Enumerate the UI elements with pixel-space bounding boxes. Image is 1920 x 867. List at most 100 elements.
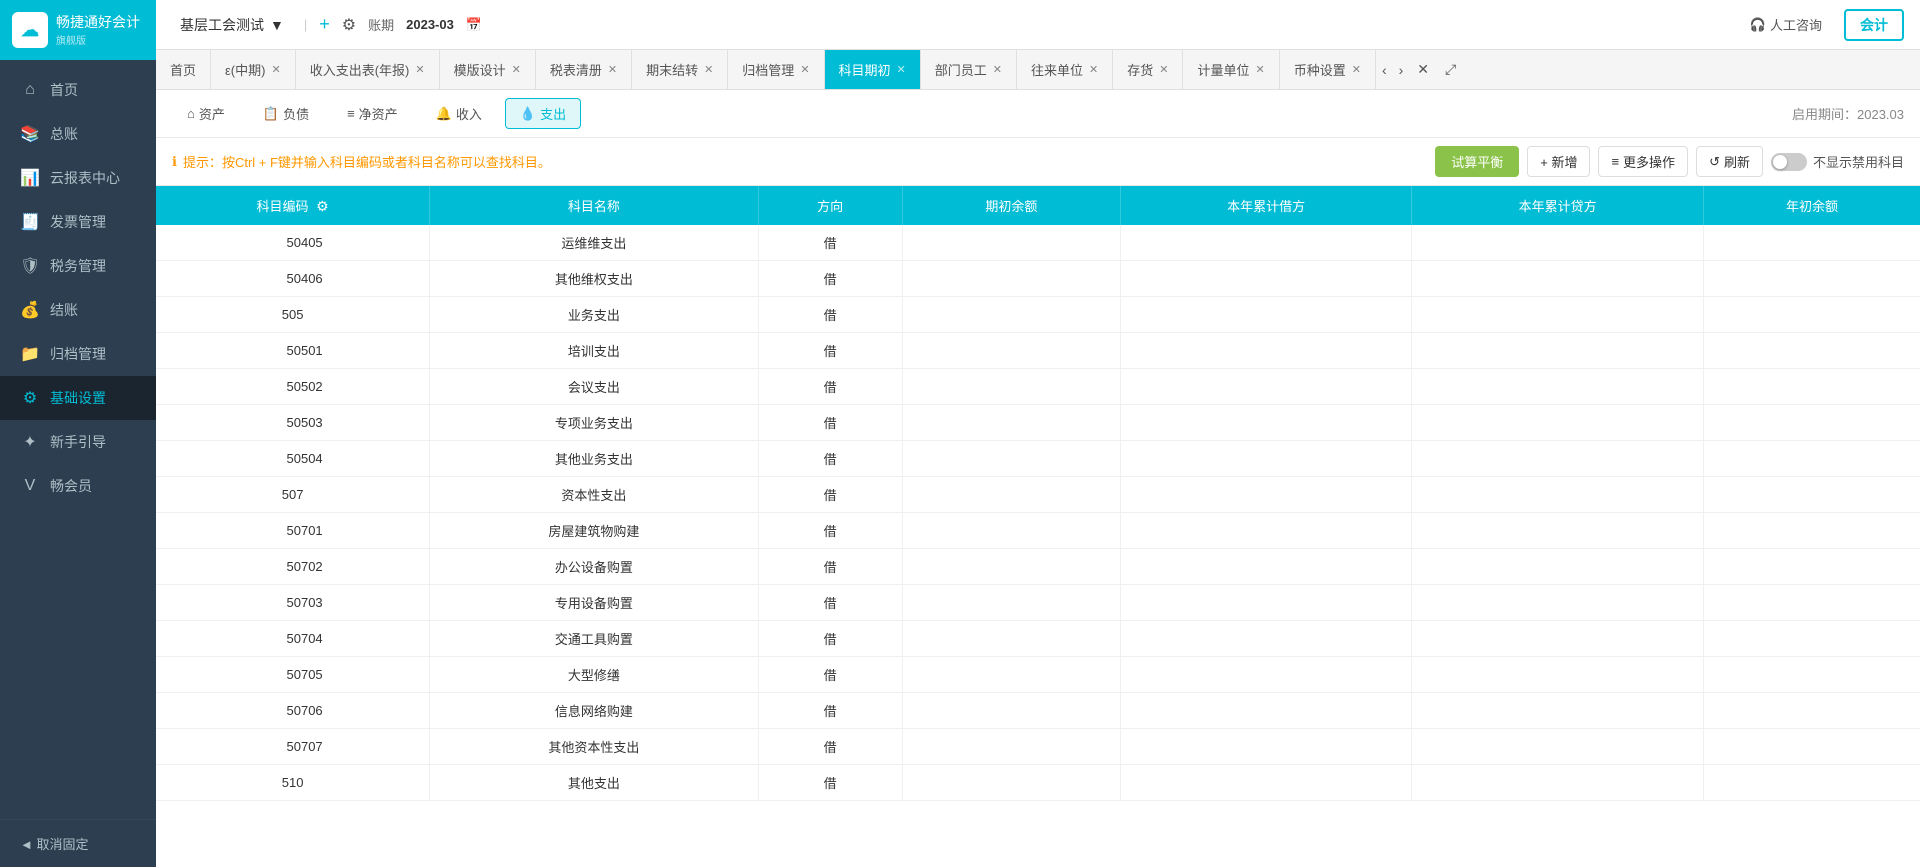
table-row[interactable]: 507 资本性支出 借 — [156, 477, 1920, 513]
calc-balance-btn[interactable]: 试算平衡 — [1435, 146, 1519, 177]
tab-subject-init-close[interactable]: ✕ — [897, 63, 906, 76]
table-row[interactable]: 50707 其他资本性支出 借 — [156, 729, 1920, 765]
add-project-btn[interactable]: + — [319, 14, 330, 35]
member-icon: V — [20, 477, 40, 495]
sidebar-item-invoice[interactable]: 🧾 发票管理 — [0, 200, 156, 244]
tabs-next-btn[interactable]: › — [1393, 50, 1410, 90]
settings-btn[interactable]: ⚙ — [342, 15, 356, 35]
col-direction: 方向 — [758, 186, 902, 225]
liability-icon: 📋 — [263, 106, 279, 122]
table-row[interactable]: 50704 交通工具购置 借 — [156, 621, 1920, 657]
cell-direction: 借 — [758, 513, 902, 549]
disable-toggle[interactable]: 不显示禁用科目 — [1771, 152, 1904, 171]
table-row[interactable]: 50501 培训支出 借 — [156, 333, 1920, 369]
more-label: 更多操作 — [1623, 152, 1675, 171]
sidebar-item-guide[interactable]: ✦ 新手引导 — [0, 420, 156, 464]
cell-ytd-credit — [1412, 657, 1704, 693]
switch-track[interactable] — [1771, 153, 1807, 171]
tab-partner[interactable]: 往来单位 ✕ — [1017, 50, 1113, 90]
sub-tab-liability-label: 负债 — [283, 104, 309, 123]
col-settings-icon[interactable]: ⚙ — [316, 198, 329, 214]
sidebar-item-settings-label: 基础设置 — [50, 388, 106, 408]
cell-opening — [902, 225, 1120, 261]
tab-inventory-close[interactable]: ✕ — [1159, 63, 1168, 76]
tab-tax[interactable]: 税表清册 ✕ — [536, 50, 632, 90]
cell-name: 交通工具购置 — [430, 621, 758, 657]
sub-tab-income[interactable]: 🔔 收入 — [421, 98, 497, 129]
tab-mid-close[interactable]: ✕ — [271, 63, 280, 76]
tab-template[interactable]: 模版设计 ✕ — [440, 50, 536, 90]
sidebar-item-archive[interactable]: 📁 归档管理 — [0, 332, 156, 376]
invoice-icon: 🧾 — [20, 212, 40, 232]
table-row[interactable]: 50703 专用设备购置 借 — [156, 585, 1920, 621]
sub-tab-netasset[interactable]: ≡ 净资产 — [332, 98, 413, 129]
sub-tab-asset[interactable]: ⌂ 资产 — [172, 98, 240, 129]
table-row[interactable]: 50702 办公设备购置 借 — [156, 549, 1920, 585]
add-btn[interactable]: + 新增 — [1527, 146, 1590, 177]
tab-unit-close[interactable]: ✕ — [1255, 63, 1264, 76]
sidebar-item-settings[interactable]: ⚙ 基础设置 — [0, 376, 156, 420]
netasset-icon: ≡ — [347, 106, 355, 121]
table-row[interactable]: 50406 其他维权支出 借 — [156, 261, 1920, 297]
cell-code: 50406 — [156, 261, 430, 297]
project-selector[interactable]: 基层工会测试 ▼ — [172, 11, 292, 39]
sidebar-item-home[interactable]: ⌂ 首页 — [0, 68, 156, 112]
tab-dept-close[interactable]: ✕ — [993, 63, 1002, 76]
more-btn[interactable]: ≡ 更多操作 — [1598, 146, 1688, 177]
table-row[interactable]: 50502 会议支出 借 — [156, 369, 1920, 405]
cell-name: 业务支出 — [430, 297, 758, 333]
cell-direction: 借 — [758, 333, 902, 369]
table-row[interactable]: 50504 其他业务支出 借 — [156, 441, 1920, 477]
table-row[interactable]: 50705 大型修缮 借 — [156, 657, 1920, 693]
table-row[interactable]: 50706 信息网络购建 借 — [156, 693, 1920, 729]
tab-currency-close[interactable]: ✕ — [1352, 63, 1361, 76]
tab-currency[interactable]: 币种设置 ✕ — [1280, 50, 1376, 90]
tab-unit[interactable]: 计量单位 ✕ — [1183, 50, 1279, 90]
tab-period-end[interactable]: 期末结转 ✕ — [632, 50, 728, 90]
tab-subject-init[interactable]: 科目期初 ✕ — [825, 50, 921, 90]
tab-annual[interactable]: 收入支出表(年报) ✕ — [296, 50, 440, 90]
cell-direction: 借 — [758, 369, 902, 405]
cell-opening — [902, 693, 1120, 729]
role-btn[interactable]: 会计 — [1844, 9, 1904, 41]
toolbar-actions: 试算平衡 + 新增 ≡ 更多操作 ↺ 刷新 不显示禁用科目 — [1435, 146, 1904, 177]
cell-ytd-debit — [1120, 729, 1412, 765]
tab-archive[interactable]: 归档管理 ✕ — [728, 50, 824, 90]
tab-template-close[interactable]: ✕ — [512, 63, 521, 76]
support-btn[interactable]: 🎧 人工咨询 — [1740, 11, 1832, 38]
tab-archive-close[interactable]: ✕ — [800, 63, 809, 76]
tab-inventory[interactable]: 存货 ✕ — [1113, 50, 1183, 90]
table-row[interactable]: 510 其他支出 借 — [156, 765, 1920, 801]
refresh-btn[interactable]: ↺ 刷新 — [1696, 146, 1763, 177]
tab-mid[interactable]: ε(中期) ✕ — [211, 50, 296, 90]
sidebar-logo: ☁ 畅捷通好会计 旗舰版 — [0, 0, 156, 60]
tab-tax-close[interactable]: ✕ — [608, 63, 617, 76]
sidebar-item-reports[interactable]: 📊 云报表中心 — [0, 156, 156, 200]
calendar-icon[interactable]: 📅 — [466, 17, 482, 33]
sidebar-item-member[interactable]: V 畅会员 — [0, 464, 156, 508]
sidebar-item-checkout[interactable]: 💰 结账 — [0, 288, 156, 332]
tab-dept[interactable]: 部门员工 ✕ — [921, 50, 1017, 90]
table-row[interactable]: 505 业务支出 借 — [156, 297, 1920, 333]
sub-tab-expense[interactable]: 💧 支出 — [505, 98, 581, 129]
tab-annual-close[interactable]: ✕ — [415, 63, 424, 76]
tab-partner-close[interactable]: ✕ — [1089, 63, 1098, 76]
table-row[interactable]: 50503 专项业务支出 借 — [156, 405, 1920, 441]
sub-tab-liability[interactable]: 📋 负债 — [248, 98, 324, 129]
table-row[interactable]: 50701 房屋建筑物购建 借 — [156, 513, 1920, 549]
cell-code: 50504 — [156, 441, 430, 477]
tabs-close-all-btn[interactable]: ✕ — [1409, 50, 1437, 90]
sidebar-item-tax[interactable]: 🛡 税务管理 — [0, 244, 156, 288]
cell-ytd-debit — [1120, 585, 1412, 621]
expense-icon: 💧 — [520, 106, 536, 122]
tab-home[interactable]: 首页 — [156, 50, 211, 90]
sidebar-collapse-btn[interactable]: ◄ 取消固定 — [0, 819, 156, 867]
table-row[interactable]: 50405 运维维支出 借 — [156, 225, 1920, 261]
asset-icon: ⌂ — [187, 106, 195, 121]
sidebar-item-ledger[interactable]: 📚 总账 — [0, 112, 156, 156]
tab-period-end-close[interactable]: ✕ — [704, 63, 713, 76]
tabs-prev-btn[interactable]: ‹ — [1376, 50, 1393, 90]
cell-name: 资本性支出 — [430, 477, 758, 513]
cell-ytd-debit — [1120, 333, 1412, 369]
tabs-expand-btn[interactable]: ⤢ — [1437, 50, 1464, 90]
